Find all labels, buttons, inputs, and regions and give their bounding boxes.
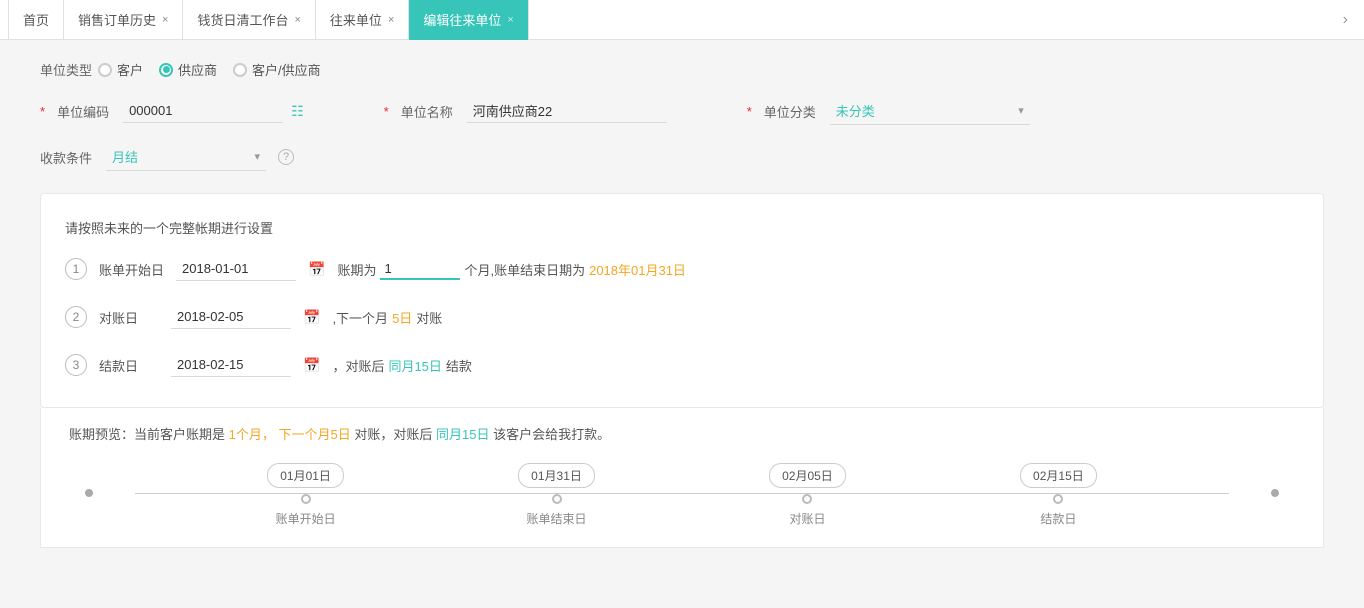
unit-name-group: * 单位名称 <box>384 99 667 123</box>
timeline-left-dot <box>85 489 93 497</box>
payment-day: 同月15日 <box>388 356 441 375</box>
period-section: 请按照未来的一个完整帐期进行设置 1 账单开始日 2018-01-01 📅 账期… <box>40 193 1324 408</box>
help-icon[interactable]: ? <box>278 149 294 165</box>
calendar-icon-3[interactable]: 📅 <box>303 357 320 374</box>
step-num-3: 3 <box>65 354 87 376</box>
tab-more-button[interactable]: › <box>1335 11 1356 29</box>
timeline-dot-4 <box>1053 494 1063 504</box>
preview-text: 账期预览：当前客户账期是 1个月， 下一个月5日 对账，对账后 同月15日 该客… <box>65 424 1299 443</box>
unit-type-row: 单位类型 客户 供应商 客户/供应商 <box>40 60 1324 79</box>
timeline-dot-3 <box>802 494 812 504</box>
unit-category-select[interactable]: 未分类 ▾ <box>830 97 1030 125</box>
radio-supplier[interactable]: 供应商 <box>159 60 217 79</box>
preview-reconcile: 下一个月5日 <box>279 427 351 442</box>
timeline-label-2: 账单结束日 <box>527 510 587 527</box>
step-label-2: 对账日 <box>99 308 159 327</box>
timeline-badge-3: 02月05日 <box>769 463 846 488</box>
timeline-point-4: 02月15日 结款日 <box>1020 463 1097 527</box>
timeline-point-1: 01月01日 账单开始日 <box>267 463 344 527</box>
main-content: 单位类型 客户 供应商 客户/供应商 * 单位编码 ☷ * 单位名称 <box>0 40 1364 608</box>
tab-sales-history[interactable]: 销售订单历史 × <box>64 0 183 40</box>
timeline-dot-1 <box>301 494 311 504</box>
radio-customer[interactable]: 客户 <box>98 60 143 79</box>
step-row-1: 1 账单开始日 2018-01-01 📅 账期为 个月,账单结束日期为 2018… <box>65 257 1299 281</box>
preview-payment: 同月15日 <box>436 427 489 442</box>
step-desc-1: 账期为 个月,账单结束日期为 2018年01月31日 <box>337 259 685 280</box>
calendar-icon-1[interactable]: 📅 <box>308 261 325 278</box>
radio-circle-customer <box>98 63 112 77</box>
close-tab-partners[interactable]: × <box>388 14 394 26</box>
unit-type-label: 单位类型 <box>40 60 92 79</box>
timeline: 01月01日 账单开始日 01月31日 账单结束日 02月05日 对账日 <box>65 463 1299 527</box>
payment-condition-select[interactable]: 月结 ▾ <box>106 143 266 171</box>
step-date-3: 2018-02-15 <box>171 353 291 377</box>
timeline-right-end <box>1271 463 1279 497</box>
tab-edit-partner[interactable]: 编辑往来单位 × <box>409 0 528 40</box>
radio-circle-customer-supplier <box>233 63 247 77</box>
step-label-3: 结款日 <box>99 356 159 375</box>
period-end-date: 2018年01月31日 <box>589 260 686 279</box>
payment-condition-value: 月结 <box>112 147 254 166</box>
unit-code-input[interactable] <box>123 99 283 123</box>
timeline-right-dot <box>1271 489 1279 497</box>
step-date-2: 2018-02-05 <box>171 305 291 329</box>
timeline-point-2: 01月31日 账单结束日 <box>518 463 595 527</box>
chevron-down-icon: ▾ <box>1018 104 1024 117</box>
period-num-input[interactable] <box>380 259 460 280</box>
step-row-2: 2 对账日 2018-02-05 📅 ,下一个月 5日 对账 <box>65 305 1299 329</box>
timeline-badge-4: 02月15日 <box>1020 463 1097 488</box>
unit-category-group: * 单位分类 未分类 ▾ <box>747 97 1030 125</box>
timeline-left-end <box>85 463 93 497</box>
chevron-down-icon-payment: ▾ <box>254 150 260 163</box>
copy-icon[interactable]: ☷ <box>291 103 304 120</box>
unit-code-group: * 单位编码 ☷ <box>40 99 304 123</box>
calendar-icon-2[interactable]: 📅 <box>303 309 320 326</box>
timeline-label-4: 结款日 <box>1040 510 1076 527</box>
timeline-label-3: 对账日 <box>789 510 825 527</box>
section-title: 请按照未来的一个完整帐期进行设置 <box>65 218 1299 237</box>
step-desc-3: ，对账后 同月15日 结款 <box>332 356 472 375</box>
step-desc-2: ,下一个月 5日 对账 <box>332 308 442 327</box>
reconcile-day: 5日 <box>392 308 412 327</box>
payment-condition-row: 收款条件 月结 ▾ ? <box>40 143 1324 171</box>
close-tab-cashier[interactable]: × <box>294 14 300 26</box>
unit-category-label: 单位分类 <box>764 102 816 121</box>
close-tab-sales-history[interactable]: × <box>162 14 168 26</box>
timeline-dot-2 <box>552 494 562 504</box>
unit-name-label: 单位名称 <box>401 102 453 121</box>
step-label-1: 账单开始日 <box>99 260 164 279</box>
step-num-2: 2 <box>65 306 87 328</box>
radio-customer-supplier[interactable]: 客户/供应商 <box>233 60 321 79</box>
timeline-label-1: 账单开始日 <box>276 510 336 527</box>
payment-condition-label: 收款条件 <box>40 148 92 167</box>
unit-category-value: 未分类 <box>836 101 1018 120</box>
radio-circle-supplier <box>159 63 173 77</box>
timeline-badge-1: 01月01日 <box>267 463 344 488</box>
tab-home[interactable]: 首页 <box>8 0 64 40</box>
tab-cashier[interactable]: 钱货日清工作台 × <box>183 0 315 40</box>
unit-code-label: 单位编码 <box>57 102 109 121</box>
close-tab-edit-partner[interactable]: × <box>507 14 513 26</box>
preview-section: 账期预览：当前客户账期是 1个月， 下一个月5日 对账，对账后 同月15日 该客… <box>40 408 1324 548</box>
timeline-badge-2: 01月31日 <box>518 463 595 488</box>
step-date-1: 2018-01-01 <box>176 257 296 281</box>
step-num-1: 1 <box>65 258 87 280</box>
unit-type-radio-group: 客户 供应商 客户/供应商 <box>98 60 321 79</box>
unit-details-row: * 单位编码 ☷ * 单位名称 * 单位分类 未分类 ▾ <box>40 97 1324 125</box>
unit-name-input[interactable] <box>467 99 667 123</box>
preview-month: 1个月， <box>229 427 275 442</box>
step-row-3: 3 结款日 2018-02-15 📅 ，对账后 同月15日 结款 <box>65 353 1299 377</box>
tab-partners[interactable]: 往来单位 × <box>316 0 409 40</box>
timeline-point-3: 02月05日 对账日 <box>769 463 846 527</box>
tab-bar: 首页 销售订单历史 × 钱货日清工作台 × 往来单位 × 编辑往来单位 × › <box>0 0 1364 40</box>
